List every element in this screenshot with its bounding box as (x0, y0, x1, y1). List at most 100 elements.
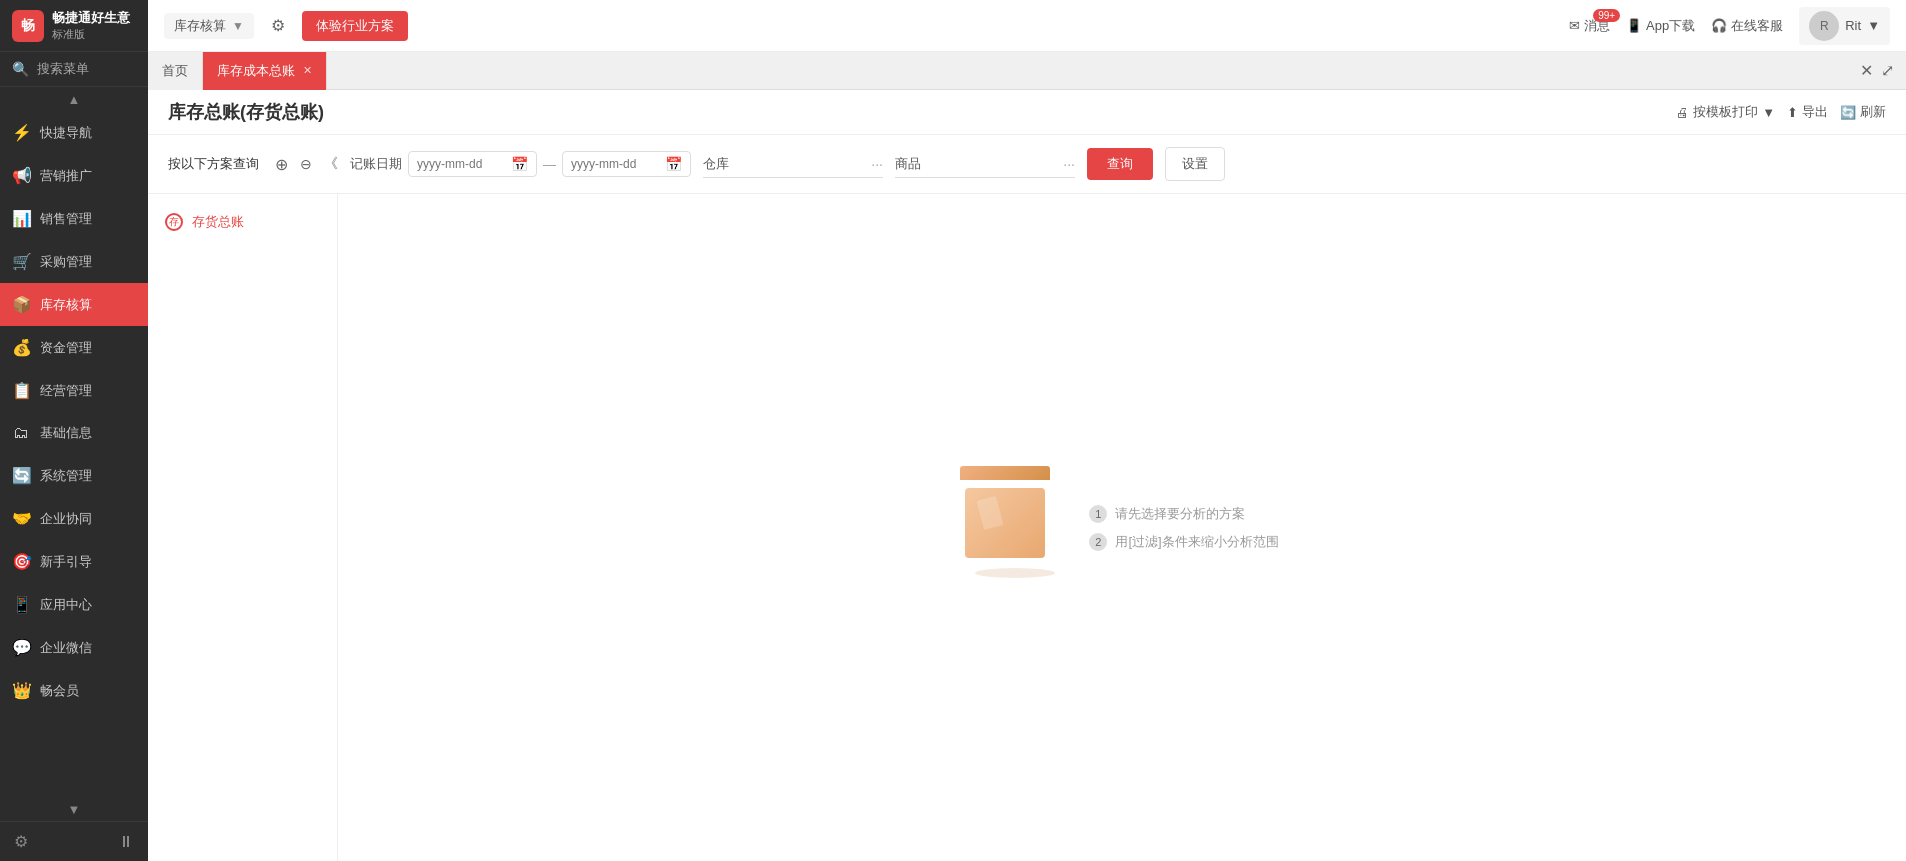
sidebar-item-marketing[interactable]: 📢 营销推广 (0, 154, 148, 197)
sidebar-item-sales[interactable]: 📊 销售管理 (0, 197, 148, 240)
print-label: 按模板打印 (1693, 103, 1758, 121)
breadcrumb-text: 库存核算 (174, 17, 226, 35)
service-btn[interactable]: 🎧 在线客服 (1711, 17, 1783, 35)
empty-tip-1: 1 请先选择要分析的方案 (1089, 505, 1278, 523)
filter-collapse-arrow[interactable]: 《 (324, 155, 338, 173)
finance-icon: 💰 (12, 338, 30, 357)
service-icon: 🎧 (1711, 18, 1727, 33)
topbar-left: 库存核算 ▼ ⚙ 体验行业方案 (164, 10, 1569, 42)
box-container (965, 478, 1065, 568)
breadcrumb[interactable]: 库存核算 ▼ (164, 13, 254, 39)
collapse-icon[interactable]: ⏸ (118, 833, 134, 851)
tab-close-panel-icon[interactable]: ✕ (1860, 61, 1873, 80)
user-info[interactable]: R Rit ▼ (1799, 7, 1890, 45)
filter-add-icon[interactable]: ⊕ (275, 155, 288, 174)
filter-settings-btn[interactable]: 设置 (1165, 147, 1225, 181)
industry-btn[interactable]: 体验行业方案 (302, 11, 408, 41)
filter-delete-icon[interactable]: ⊖ (300, 156, 312, 172)
sidebar-item-new-guide[interactable]: 🎯 新手引导 (0, 540, 148, 583)
export-label: 导出 (1802, 103, 1828, 121)
app-logo-icon: 畅 (12, 10, 44, 42)
date-start-input[interactable]: 📅 (408, 151, 537, 177)
sidebar-scroll-up[interactable]: ▲ (0, 87, 148, 111)
page-header: 库存总账(存货总账) 🖨 按模板打印 ▼ ⬆ 导出 🔄 刷新 (148, 90, 1906, 135)
scheme-item-inventory-ledger[interactable]: 存 存货总账 (148, 202, 337, 242)
settings-bottom-icon[interactable]: ⚙ (14, 832, 28, 851)
breadcrumb-dropdown-icon: ▼ (232, 19, 244, 33)
msg-btn[interactable]: ✉ 消息 99+ (1569, 17, 1610, 35)
sidebar-scroll-down[interactable]: ▼ (0, 797, 148, 821)
purchase-icon: 🛒 (12, 252, 30, 271)
product-more-icon[interactable]: ··· (1063, 156, 1075, 172)
sidebar-nav: ⚡ 快捷导航 📢 营销推广 📊 销售管理 🛒 采购管理 📦 库存核算 💰 资金管… (0, 111, 148, 797)
search-menu[interactable]: 🔍 搜索菜单 (0, 52, 148, 87)
tab-home[interactable]: 首页 (148, 52, 203, 90)
sidebar-item-wechat[interactable]: 💬 企业微信 (0, 626, 148, 669)
sidebar-item-system[interactable]: 🔄 系统管理 (0, 454, 148, 497)
sidebar-item-vip[interactable]: 👑 畅会员 (0, 669, 148, 712)
sidebar-item-quick-nav[interactable]: ⚡ 快捷导航 (0, 111, 148, 154)
print-btn[interactable]: 🖨 按模板打印 ▼ (1676, 103, 1775, 121)
empty-state: 1 请先选择要分析的方案 2 用[过滤]条件来缩小分析范围 (338, 194, 1906, 861)
print-dropdown-icon: ▼ (1762, 105, 1775, 120)
refresh-btn[interactable]: 🔄 刷新 (1840, 103, 1886, 121)
product-label: 商品 (895, 155, 921, 173)
content: 库存总账(存货总账) 🖨 按模板打印 ▼ ⬆ 导出 🔄 刷新 按以下方案查询 (148, 90, 1906, 861)
warehouse-select[interactable]: 仓库 ··· (703, 151, 883, 178)
sidebar-item-finance[interactable]: 💰 资金管理 (0, 326, 148, 369)
box-lid (960, 466, 1050, 480)
wechat-icon: 💬 (12, 638, 30, 657)
tip-2-text: 用[过滤]条件来缩小分析范围 (1115, 533, 1278, 551)
warehouse-more-icon[interactable]: ··· (871, 156, 883, 172)
tab-home-label: 首页 (162, 62, 188, 80)
scheme-sidebar: 存 存货总账 (148, 194, 338, 861)
sidebar-item-basic-info[interactable]: 🗂 基础信息 (0, 412, 148, 454)
msg-icon: ✉ (1569, 18, 1580, 33)
app-center-icon: 📱 (12, 595, 30, 614)
sidebar-item-purchase[interactable]: 🛒 采购管理 (0, 240, 148, 283)
app-logo-text: 畅捷通好生意 标准版 (52, 10, 130, 41)
vip-icon: 👑 (12, 681, 30, 700)
box-shine (977, 495, 1004, 529)
tab-inventory-cost[interactable]: 库存成本总账 ✕ (203, 52, 327, 90)
tip-num-2: 2 (1089, 533, 1107, 551)
box-body (965, 488, 1045, 558)
avatar: R (1809, 11, 1839, 41)
date-separator: — (543, 157, 556, 172)
enterprise-label: 企业协同 (40, 510, 92, 528)
sidebar-item-operations[interactable]: 📋 经营管理 (0, 369, 148, 412)
date-start-field[interactable] (417, 157, 507, 171)
sidebar-item-inventory[interactable]: 📦 库存核算 (0, 283, 148, 326)
sidebar-item-app-center[interactable]: 📱 应用中心 (0, 583, 148, 626)
purchase-label: 采购管理 (40, 253, 92, 271)
wechat-label: 企业微信 (40, 639, 92, 657)
export-btn[interactable]: ⬆ 导出 (1787, 103, 1828, 121)
system-label: 系统管理 (40, 467, 92, 485)
date-end-field[interactable] (571, 157, 661, 171)
app-icon: 📱 (1626, 18, 1642, 33)
page-title: 库存总账(存货总账) (168, 100, 324, 124)
print-icon: 🖨 (1676, 105, 1689, 120)
product-select[interactable]: 商品 ··· (895, 151, 1075, 178)
new-guide-icon: 🎯 (12, 552, 30, 571)
topbar-settings-icon[interactable]: ⚙ (262, 10, 294, 42)
sidebar: 畅 畅捷通好生意 标准版 🔍 搜索菜单 ▲ ⚡ 快捷导航 📢 营销推广 📊 销售… (0, 0, 148, 861)
vip-label: 畅会员 (40, 682, 79, 700)
tab-close-icon[interactable]: ✕ (303, 64, 312, 77)
calendar-end-icon[interactable]: 📅 (665, 156, 682, 172)
enterprise-icon: 🤝 (12, 509, 30, 528)
empty-illustration (965, 478, 1065, 578)
brand-version: 标准版 (52, 27, 130, 41)
msg-badge: 99+ (1593, 9, 1620, 22)
calendar-start-icon[interactable]: 📅 (511, 156, 528, 172)
empty-tips: 1 请先选择要分析的方案 2 用[过滤]条件来缩小分析范围 (1089, 505, 1278, 551)
app-download-btn[interactable]: 📱 App下载 (1626, 17, 1695, 35)
app-label: App下载 (1646, 17, 1695, 35)
quick-nav-icon: ⚡ (12, 123, 30, 142)
query-btn[interactable]: 查询 (1087, 148, 1153, 180)
empty-tip-2: 2 用[过滤]条件来缩小分析范围 (1089, 533, 1278, 551)
sidebar-item-enterprise[interactable]: 🤝 企业协同 (0, 497, 148, 540)
main-area: 库存核算 ▼ ⚙ 体验行业方案 ✉ 消息 99+ 📱 App下载 🎧 在线客服 … (148, 0, 1906, 861)
tab-expand-icon[interactable]: ⤢ (1881, 61, 1894, 80)
date-end-input[interactable]: 📅 (562, 151, 691, 177)
